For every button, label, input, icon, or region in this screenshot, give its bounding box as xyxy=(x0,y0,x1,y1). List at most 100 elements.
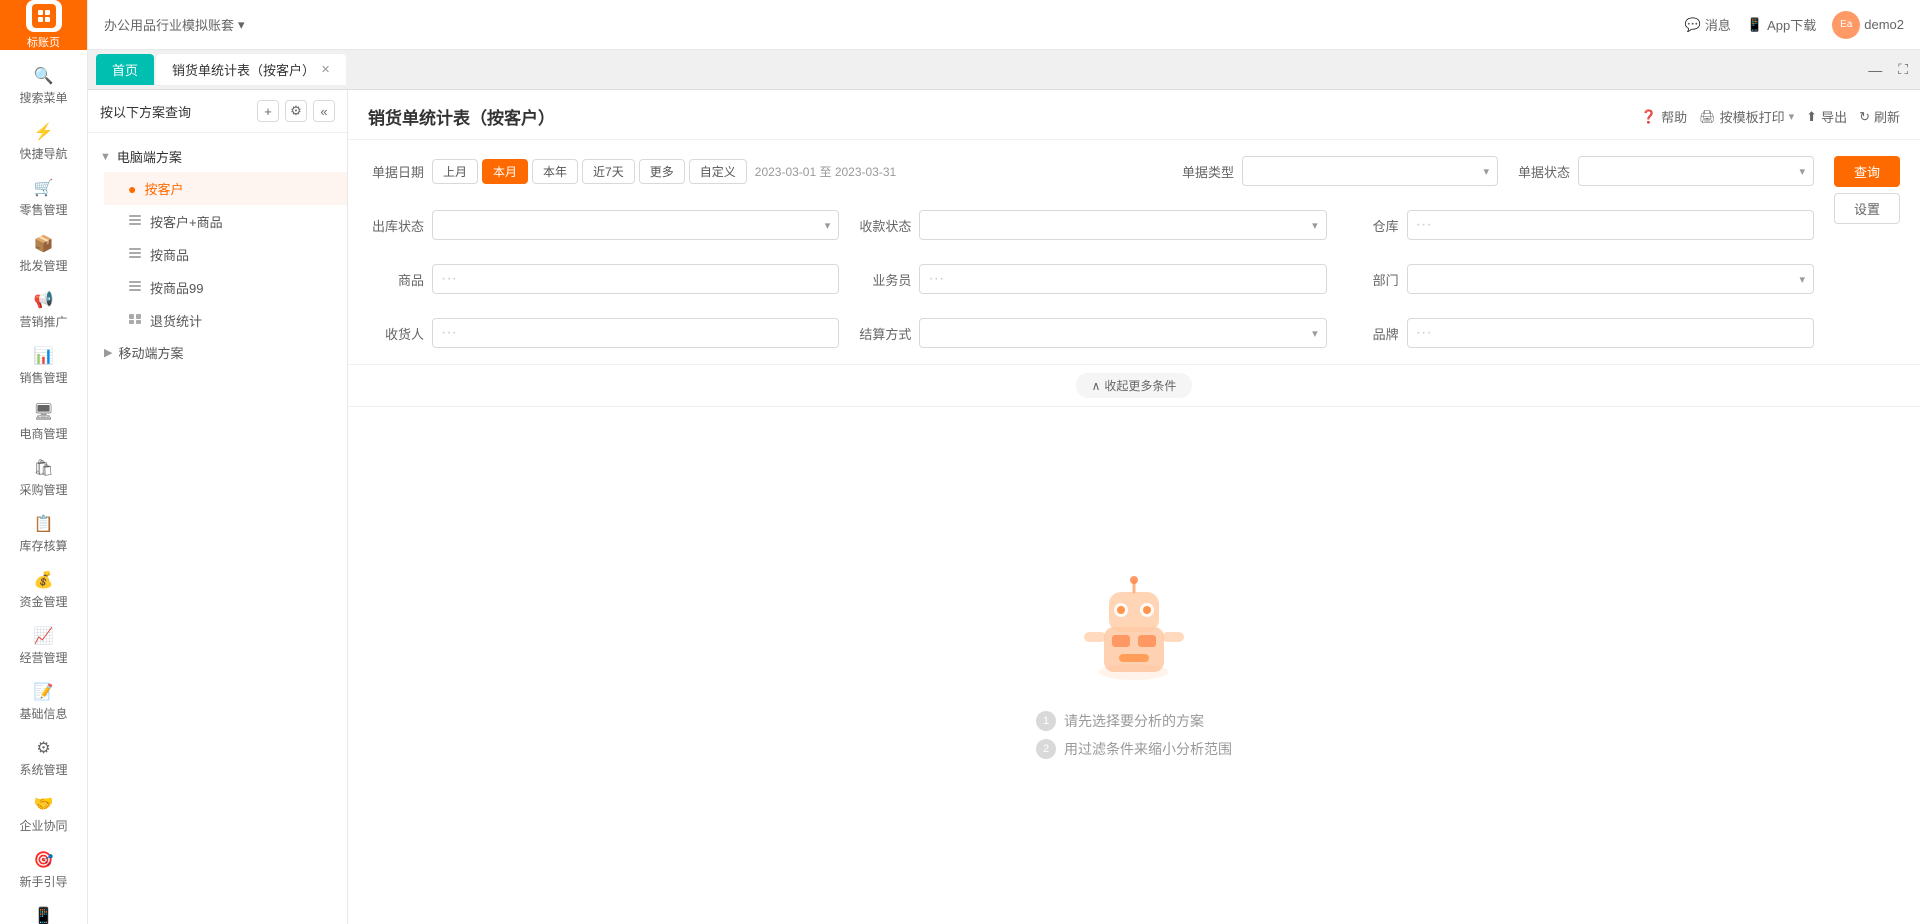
sidebar-item-quick-nav[interactable]: ⚡ 快捷导航 xyxy=(0,114,87,170)
tab-maximize-btn[interactable]: ⛶ xyxy=(1894,57,1912,82)
ops-icon: 📈 xyxy=(34,626,54,646)
help-btn[interactable]: ❓ 帮助 xyxy=(1641,107,1687,126)
recipient-input[interactable]: ··· xyxy=(432,318,839,348)
tab-home-label: 首页 xyxy=(112,60,138,79)
add-icon: + xyxy=(264,104,272,119)
scheme-settings-btn[interactable]: ⚙ xyxy=(285,100,307,122)
filter-settlement: 结算方式 ▾ xyxy=(855,318,1326,348)
app-center-icon: 📱 xyxy=(34,906,54,924)
help-label: 帮助 xyxy=(1661,107,1687,126)
tree-item-return-stats[interactable]: 退货统计 xyxy=(104,304,347,337)
tab-home[interactable]: 首页 xyxy=(96,54,154,85)
sidebar-item-search-menu[interactable]: 🔍 搜索菜单 xyxy=(0,58,87,114)
salesman-dots: ··· xyxy=(928,270,944,288)
sidebar-item-ops[interactable]: 📈 经营管理 xyxy=(0,618,87,674)
bill-type-chevron-icon: ▾ xyxy=(1483,165,1489,178)
filter-date: 单据日期 上月 本月 本年 近7天 更多 自定义 2023-03-01 至 20… xyxy=(368,159,1162,184)
sidebar-item-label: 库存核算 xyxy=(19,537,67,554)
filter-dept: 部门 ▾ xyxy=(1343,264,1814,294)
left-panel-header: 按以下方案查询 + ⚙ « xyxy=(88,90,347,133)
warehouse-input[interactable]: ··· xyxy=(1407,210,1814,240)
sidebar-item-finance[interactable]: 💰 资金管理 xyxy=(0,562,87,618)
ecommerce-icon: 🖥 xyxy=(33,402,53,422)
sidebar-item-onboarding[interactable]: 🎯 新手引导 xyxy=(0,842,87,898)
add-scheme-btn[interactable]: + xyxy=(257,100,279,122)
system-title: 办公用品行业模拟账套 xyxy=(104,15,234,34)
receipt-status-select[interactable]: ▾ xyxy=(919,210,1326,240)
tree-item-by-goods[interactable]: 按商品 xyxy=(104,238,347,271)
message-icon: 💬 xyxy=(1685,17,1701,33)
tree-item-by-goods-99[interactable]: 按商品99 xyxy=(104,271,347,304)
sidebar-item-label: 批发管理 xyxy=(19,257,67,274)
date-btn-this-month[interactable]: 本月 xyxy=(482,159,528,184)
query-btn[interactable]: 查询 xyxy=(1834,156,1900,187)
sidebar-item-label: 资金管理 xyxy=(19,593,67,610)
collapse-conditions-btn[interactable]: ∧ 收起更多条件 xyxy=(1076,373,1193,398)
page-header: 销货单统计表（按客户） ❓ 帮助 🖨 按模板打印 ▾ ⬆ 导出 xyxy=(348,90,1920,140)
date-btn-this-year[interactable]: 本年 xyxy=(532,159,578,184)
settlement-select[interactable]: ▾ xyxy=(919,318,1326,348)
dept-select[interactable]: ▾ xyxy=(1407,264,1814,294)
wholesale-icon: 📦 xyxy=(34,234,54,254)
tree-item-by-customer-goods-label: 按客户+商品 xyxy=(150,212,223,231)
date-btn-last-month[interactable]: 上月 xyxy=(432,159,478,184)
brand-input[interactable]: ··· xyxy=(1407,318,1814,348)
empty-illustration xyxy=(1074,572,1194,695)
sidebar-item-app-center[interactable]: 📱 应用中心 xyxy=(0,898,87,924)
export-btn[interactable]: ⬆ 导出 xyxy=(1806,107,1847,126)
mobile-scheme-group: ▶ 移动端方案 xyxy=(88,337,347,368)
print-icon: 🖨 xyxy=(1699,109,1716,125)
filter-recipient: 收货人 ··· xyxy=(368,318,839,348)
tab-minimize-btn[interactable]: — xyxy=(1864,58,1886,82)
app-download-btn[interactable]: 📱 App下载 xyxy=(1747,15,1816,34)
app-download-label: App下载 xyxy=(1767,15,1816,34)
user-menu[interactable]: Ea demo2 xyxy=(1832,11,1904,39)
goods-input[interactable]: ··· xyxy=(432,264,839,294)
collapse-panel-btn[interactable]: « xyxy=(313,100,335,122)
sidebar-item-label: 零售管理 xyxy=(19,201,67,218)
sidebar-item-purchase[interactable]: 🛍 采购管理 xyxy=(0,450,87,506)
sidebar-item-retail[interactable]: 🛒 零售管理 xyxy=(0,170,87,226)
tab-sales-stat[interactable]: 销货单统计表（按客户） ✕ xyxy=(156,54,346,85)
sidebar-item-marketing[interactable]: 📢 营销推广 xyxy=(0,282,87,338)
bill-type-select[interactable]: ▾ xyxy=(1242,156,1498,186)
sidebar-item-ecommerce[interactable]: 🖥 电商管理 xyxy=(0,394,87,450)
sidebar-item-basic[interactable]: 📝 基础信息 xyxy=(0,674,87,730)
bill-status-select[interactable]: ▾ xyxy=(1578,156,1814,186)
logo-icon-inner xyxy=(32,4,56,28)
desktop-group-header[interactable]: ▼ 电脑端方案 xyxy=(88,141,347,172)
goods-dots: ··· xyxy=(441,270,457,288)
date-btn-7days[interactable]: 近7天 xyxy=(582,159,635,184)
quick-nav-icon: ⚡ xyxy=(34,122,54,142)
refresh-btn[interactable]: ↻ 刷新 xyxy=(1859,107,1900,126)
sidebar-item-enterprise[interactable]: 🤝 企业协同 xyxy=(0,786,87,842)
tab-close-icon[interactable]: ✕ xyxy=(321,63,330,76)
sidebar-item-sys[interactable]: ⚙ 系统管理 xyxy=(0,730,87,786)
sidebar: 标账页 🔍 搜索菜单 ⚡ 快捷导航 🛒 零售管理 📦 批发管理 📢 营销推广 📊… xyxy=(0,0,88,924)
filter-row-4: 收货人 ··· 结算方式 ▾ xyxy=(368,318,1814,348)
date-btn-more[interactable]: 更多 xyxy=(639,159,685,184)
sidebar-item-sales[interactable]: 📊 销售管理 xyxy=(0,338,87,394)
template-print-label: 按模板打印 xyxy=(1720,107,1785,126)
system-title-dropdown[interactable]: 办公用品行业模拟账套 ▾ xyxy=(104,15,245,34)
out-status-select[interactable]: ▾ xyxy=(432,210,839,240)
hint-num-2: 2 xyxy=(1036,739,1056,759)
mobile-group-header[interactable]: ▶ 移动端方案 xyxy=(88,337,347,368)
salesman-input[interactable]: ··· xyxy=(919,264,1326,294)
dropdown-chevron-icon: ▾ xyxy=(238,17,245,33)
topbar-right: 💬 消息 📱 App下载 Ea demo2 xyxy=(1685,11,1904,39)
message-btn[interactable]: 💬 消息 xyxy=(1685,15,1731,34)
filter-warehouse: 仓库 ··· xyxy=(1343,210,1814,240)
sidebar-item-label: 系统管理 xyxy=(19,761,67,778)
tree-item-by-customer-goods[interactable]: 按客户+商品 xyxy=(104,205,347,238)
template-print-btn[interactable]: 🖨 按模板打印 ▾ xyxy=(1699,107,1794,126)
empty-hint-1: 1 请先选择要分析的方案 xyxy=(1036,711,1232,731)
date-btn-custom[interactable]: 自定义 xyxy=(689,159,747,184)
sidebar-item-inventory[interactable]: 📋 库存核算 xyxy=(0,506,87,562)
empty-hints: 1 请先选择要分析的方案 2 用过滤条件来缩小分析范围 xyxy=(1036,711,1232,759)
settings-btn[interactable]: 设置 xyxy=(1834,193,1900,224)
sidebar-item-label: 基础信息 xyxy=(19,705,67,722)
salesman-label: 业务员 xyxy=(855,270,911,289)
tree-item-by-customer[interactable]: ● 按客户 xyxy=(104,172,347,205)
sidebar-item-wholesale[interactable]: 📦 批发管理 xyxy=(0,226,87,282)
